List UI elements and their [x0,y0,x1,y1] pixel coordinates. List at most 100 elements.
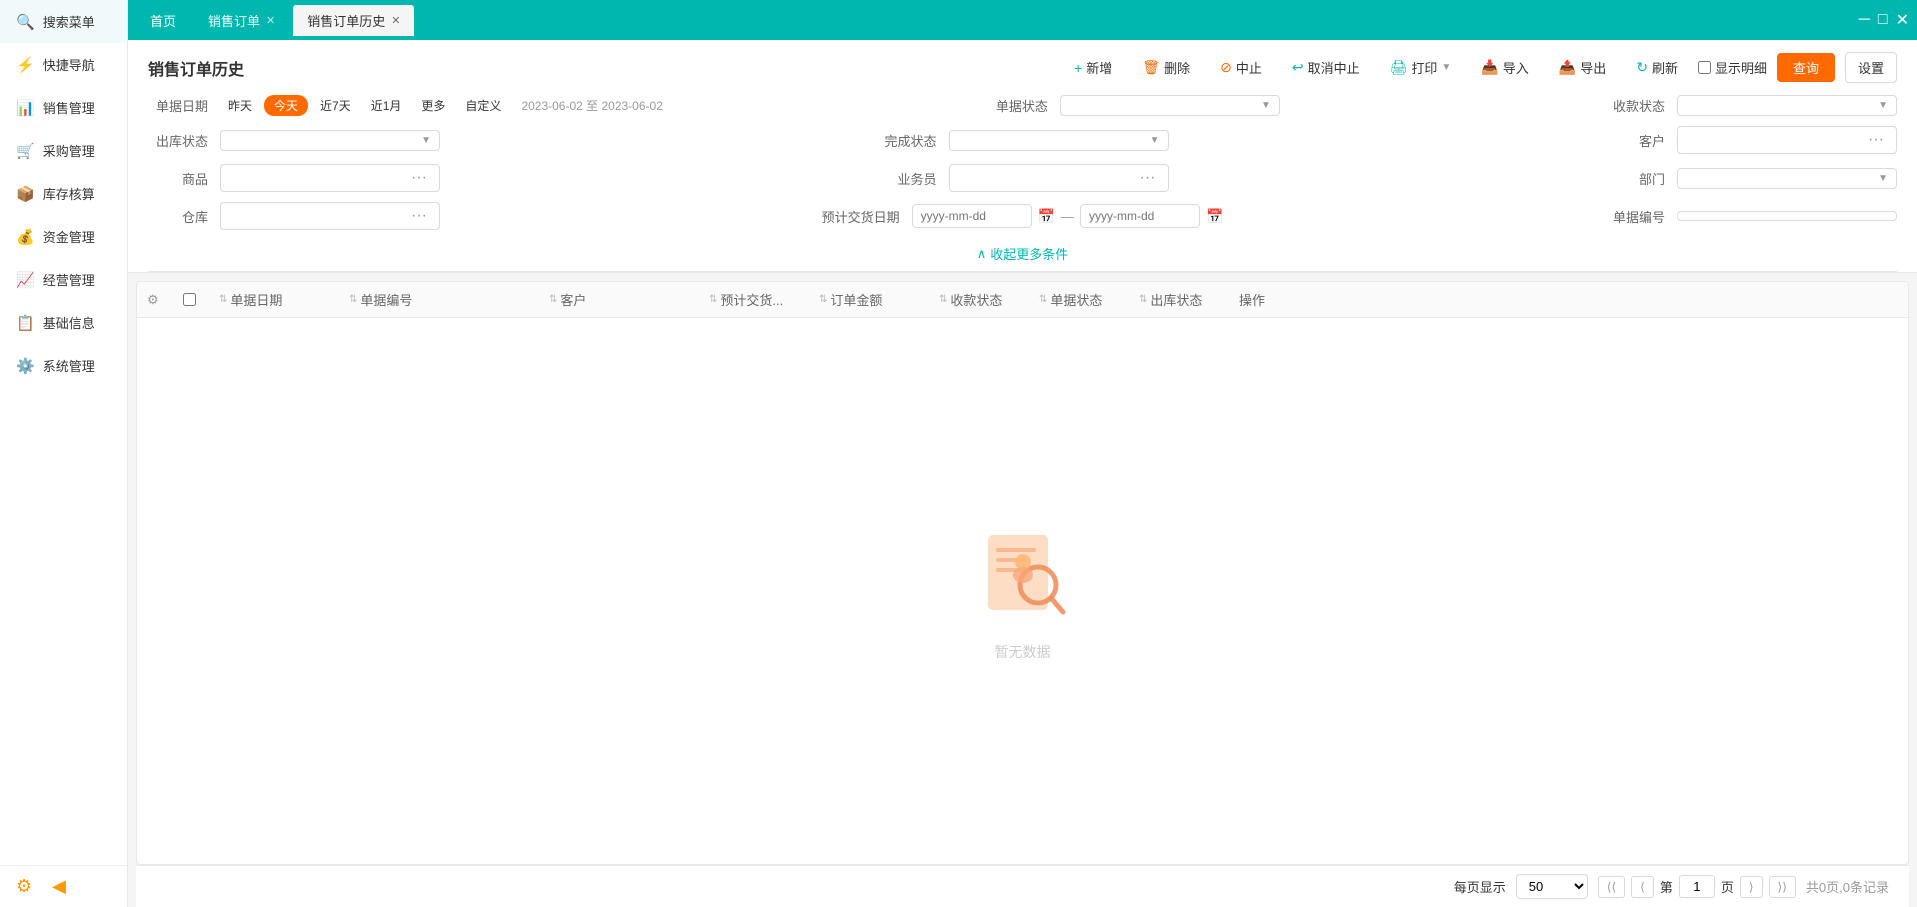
sidebar-settings-icon[interactable]: ⚙ [16,876,32,897]
settings-gear-icon[interactable]: ⚙ [147,292,159,308]
import-label: 导入 [1503,58,1529,77]
system-icon: ⚙️ [16,357,35,375]
stop-icon: ⊘ [1220,59,1232,76]
complete-chevron: ▼ [1150,135,1160,146]
sidebar-item-fund[interactable]: 💰 资金管理 [0,215,127,258]
sort-icon[interactable]: ⇅ [939,294,947,305]
salesperson-select[interactable]: ··· [949,164,1169,192]
display-detail-checkbox[interactable]: 显示明细 [1698,58,1767,77]
settings-button[interactable]: 设置 [1845,52,1897,83]
next-page-button[interactable]: ⟩ [1740,876,1763,898]
customer-select[interactable]: ··· [1677,126,1897,154]
sidebar-item-ops[interactable]: 📈 经营管理 [0,258,127,301]
th-delivery-date: ⇅ 预计交货... [709,290,819,309]
tab-sales-order[interactable]: 销售订单 ✕ [194,5,289,36]
tab-sales-order-close[interactable]: ✕ [266,14,275,27]
toolbar: + 新增 🗑 删除 ⊘ 中止 ↩ 取消中止 [1064,52,1897,83]
inventory-icon: 📦 [16,185,35,203]
print-chevron: ▼ [1441,62,1451,73]
display-detail-input[interactable] [1698,61,1711,74]
stop-label: 中止 [1236,58,1262,77]
tab-sales-history[interactable]: 销售订单历史 ✕ [293,5,414,36]
first-page-button[interactable]: ⟨⟨ [1598,876,1625,898]
sort-icon[interactable]: ⇅ [349,294,357,305]
query-button[interactable]: 查询 [1777,53,1835,82]
close-window-icon[interactable]: ✕ [1896,10,1909,30]
cal-start-icon[interactable]: 📅 [1038,208,1055,225]
select-all-checkbox[interactable] [183,293,196,306]
date-7days[interactable]: 近7天 [312,95,359,116]
minimize-icon[interactable]: ─ [1859,11,1870,29]
th-stock-status: ⇅ 出库状态 [1139,290,1239,309]
date-yesterday[interactable]: 昨天 [220,95,260,116]
display-detail-label: 显示明细 [1715,58,1767,77]
sidebar-item-search[interactable]: 🔍 搜索菜单 [0,0,127,43]
empty-state: 暂无数据 [137,318,1908,864]
doc-status-select[interactable]: ▼ [1060,95,1280,116]
add-button[interactable]: + 新增 [1064,53,1122,82]
export-button[interactable]: 📤 导出 [1549,53,1616,82]
page-prefix-label: 第 [1660,877,1673,896]
sidebar-item-purchase[interactable]: 🛒 采购管理 [0,129,127,172]
collapse-row[interactable]: ∧ 收起更多条件 [148,240,1897,267]
product-select[interactable]: ··· [220,164,440,192]
th-doc-status-label: 单据状态 [1050,290,1102,309]
warehouse-dots-icon[interactable]: ··· [407,207,431,225]
th-doc-no: ⇅ 单据编号 [349,290,549,309]
th-checkbox[interactable] [183,293,219,306]
th-settings[interactable]: ⚙ [147,292,183,308]
salesperson-dots-icon[interactable]: ··· [1136,169,1160,187]
warehouse-label: 仓库 [148,207,208,226]
sidebar-collapse-icon[interactable]: ◀ [52,876,66,897]
customer-dots-icon[interactable]: ··· [1864,131,1888,149]
import-icon: 📥 [1481,59,1498,76]
sidebar-item-inventory[interactable]: 📦 库存核算 [0,172,127,215]
salesperson-label: 业务员 [877,169,937,188]
date-custom[interactable]: 自定义 [457,95,509,116]
import-button[interactable]: 📥 导入 [1471,53,1538,82]
cancel-stop-button[interactable]: ↩ 取消中止 [1282,53,1370,82]
sort-icon[interactable]: ⇅ [1039,294,1047,305]
delivery-date-end[interactable] [1080,204,1200,228]
tab-sales-history-close[interactable]: ✕ [391,14,400,27]
date-dash: — [1061,209,1074,224]
doc-status-chevron: ▼ [1261,100,1271,111]
per-page-select[interactable]: 50 100 200 [1516,874,1588,899]
sidebar-item-basic[interactable]: 📋 基础信息 [0,301,127,344]
pay-status-select[interactable]: ▼ [1677,95,1897,116]
delete-button[interactable]: 🗑 删除 [1132,53,1200,82]
sales-icon: 📊 [16,99,35,117]
sidebar-item-label: 资金管理 [43,227,95,246]
date-range-display: 2023-06-02 至 2023-06-02 [521,97,662,114]
th-doc-no-label: 单据编号 [360,290,412,309]
sidebar-item-sales[interactable]: 📊 销售管理 [0,86,127,129]
last-page-button[interactable]: ⟩⟩ [1769,876,1796,898]
complete-status-select[interactable]: ▼ [949,130,1169,151]
print-button[interactable]: 🖨 打印 ▼ [1380,53,1462,82]
date-1month[interactable]: 近1月 [363,95,410,116]
sort-icon[interactable]: ⇅ [709,294,717,305]
sidebar-item-label: 经营管理 [43,270,95,289]
warehouse-select[interactable]: ··· [220,202,440,230]
stop-button[interactable]: ⊘ 中止 [1210,53,1272,82]
sort-icon[interactable]: ⇅ [819,294,827,305]
sidebar-item-system[interactable]: ⚙️ 系统管理 [0,344,127,387]
stock-out-select[interactable]: ▼ [220,130,440,151]
cal-end-icon[interactable]: 📅 [1206,208,1223,225]
sidebar-item-quicknav[interactable]: ⚡ 快捷导航 [0,43,127,86]
maximize-icon[interactable]: □ [1878,11,1888,29]
page-input[interactable] [1679,875,1715,898]
sort-icon[interactable]: ⇅ [549,294,557,305]
date-more[interactable]: 更多 [413,95,453,116]
date-today[interactable]: 今天 [264,95,308,116]
refresh-button[interactable]: ↻ 刷新 [1626,53,1688,82]
purchase-icon: 🛒 [16,142,35,160]
product-dots-icon[interactable]: ··· [407,169,431,187]
doc-no-select[interactable] [1677,211,1897,221]
delivery-date-start[interactable] [912,204,1032,228]
sort-icon[interactable]: ⇅ [219,294,227,305]
prev-page-button[interactable]: ⟨ [1631,876,1654,898]
tab-home[interactable]: 首页 [136,5,190,36]
sort-icon[interactable]: ⇅ [1139,294,1147,305]
dept-select[interactable]: ▼ [1677,168,1897,189]
